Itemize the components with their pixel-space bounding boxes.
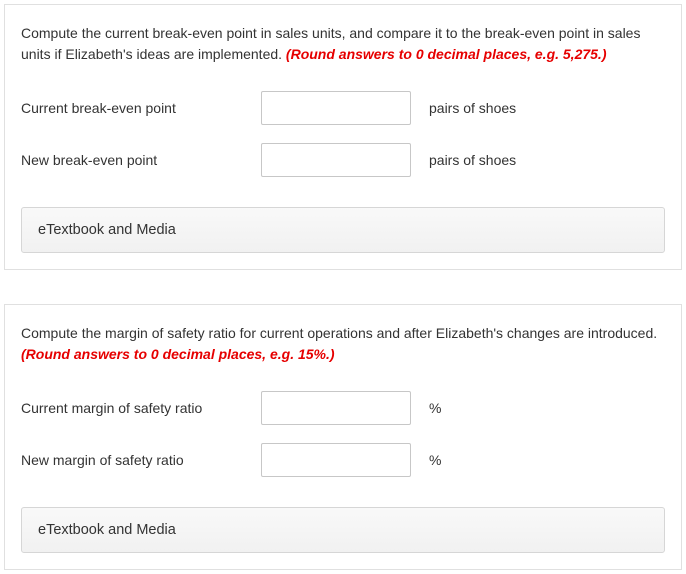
row-new-break-even: New break-even point pairs of shoes bbox=[21, 143, 665, 177]
prompt-text: Compute the current break-even point in … bbox=[21, 23, 665, 65]
etextbook-and-media-button[interactable]: eTextbook and Media bbox=[21, 207, 665, 253]
unit-current-margin: % bbox=[429, 400, 441, 416]
question-margin-safety: Compute the margin of safety ratio for c… bbox=[4, 304, 682, 570]
unit-new-break-even: pairs of shoes bbox=[429, 152, 516, 168]
prompt-hint: (Round answers to 0 decimal places, e.g.… bbox=[21, 346, 335, 362]
prompt-main: Compute the margin of safety ratio for c… bbox=[21, 325, 657, 341]
input-new-break-even[interactable] bbox=[261, 143, 411, 177]
input-current-margin[interactable] bbox=[261, 391, 411, 425]
etextbook-and-media-button[interactable]: eTextbook and Media bbox=[21, 507, 665, 553]
label-current-break-even: Current break-even point bbox=[21, 100, 261, 116]
prompt-hint: (Round answers to 0 decimal places, e.g.… bbox=[286, 46, 607, 62]
label-current-margin: Current margin of safety ratio bbox=[21, 400, 261, 416]
question-break-even: Compute the current break-even point in … bbox=[4, 4, 682, 270]
row-current-margin: Current margin of safety ratio % bbox=[21, 391, 665, 425]
unit-new-margin: % bbox=[429, 452, 441, 468]
section-gap bbox=[0, 274, 686, 300]
input-current-break-even[interactable] bbox=[261, 91, 411, 125]
etextbook-label: eTextbook and Media bbox=[38, 222, 176, 238]
row-current-break-even: Current break-even point pairs of shoes bbox=[21, 91, 665, 125]
unit-current-break-even: pairs of shoes bbox=[429, 100, 516, 116]
prompt-text: Compute the margin of safety ratio for c… bbox=[21, 323, 665, 365]
etextbook-label: eTextbook and Media bbox=[38, 522, 176, 538]
input-new-margin[interactable] bbox=[261, 443, 411, 477]
label-new-break-even: New break-even point bbox=[21, 152, 261, 168]
row-new-margin: New margin of safety ratio % bbox=[21, 443, 665, 477]
label-new-margin: New margin of safety ratio bbox=[21, 452, 261, 468]
